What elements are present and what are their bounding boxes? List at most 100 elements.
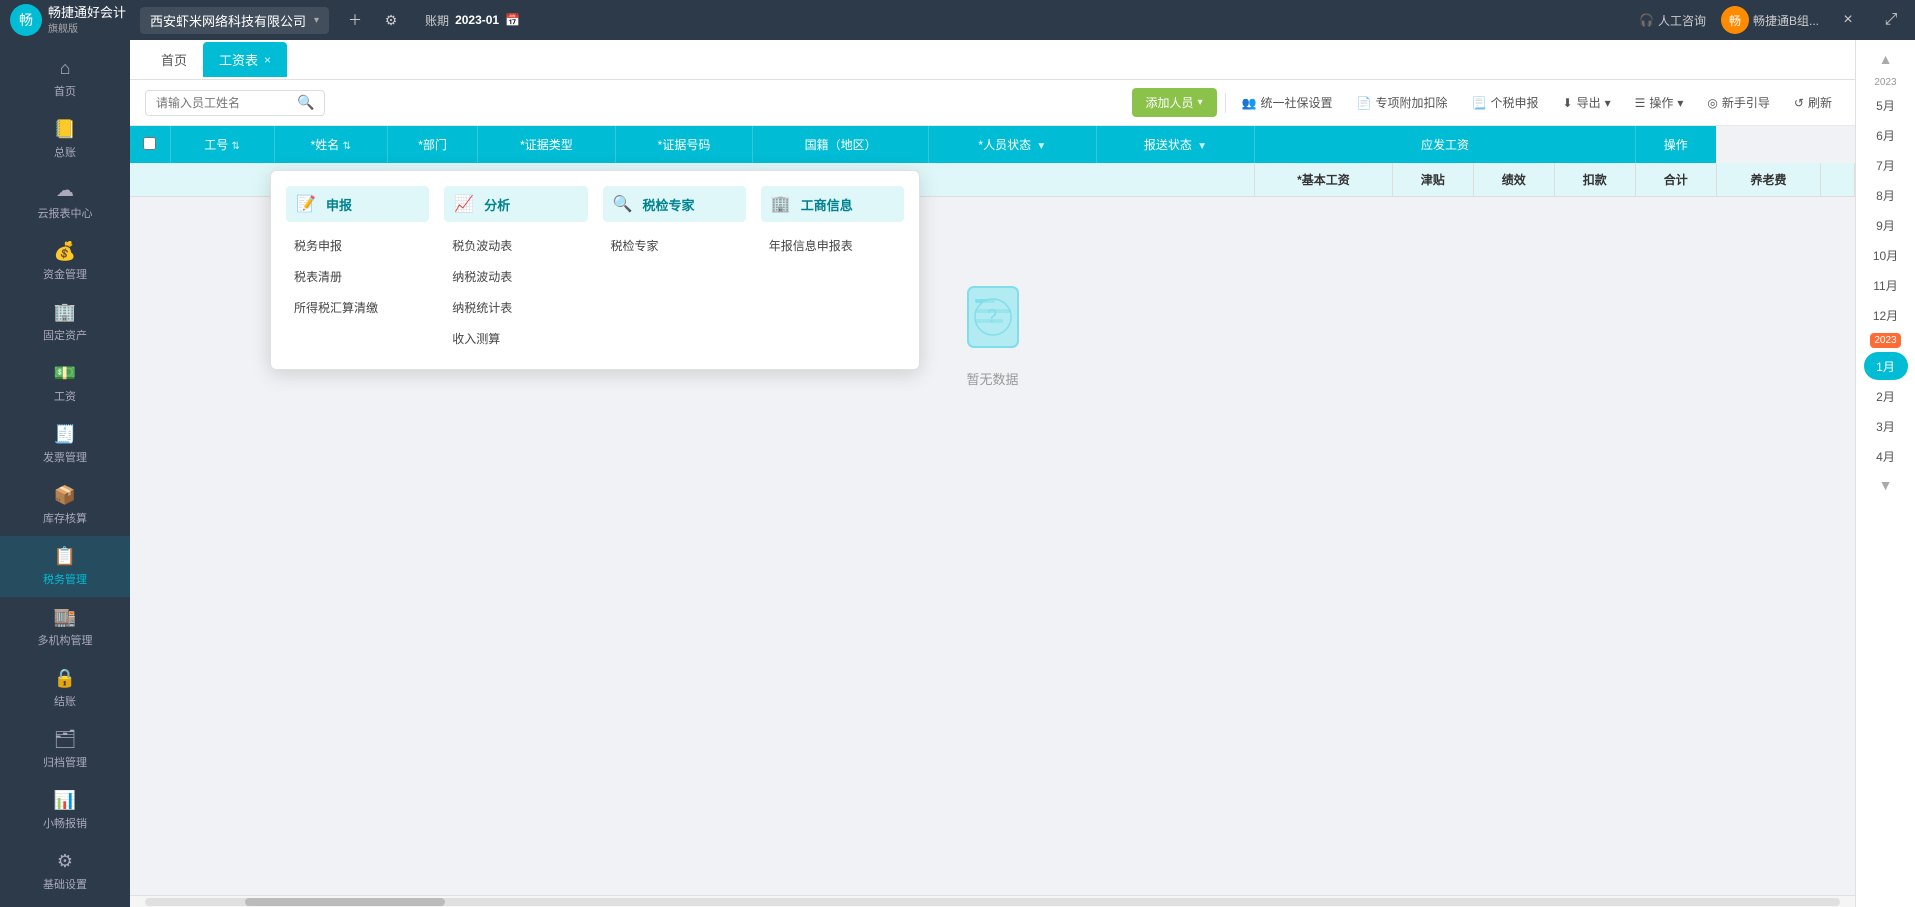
cal-month-7[interactable]: 7月 — [1864, 151, 1908, 179]
col-header-emp-no: 工号 ⇅ — [170, 126, 274, 163]
settings-icon-btn[interactable]: ⚙ — [377, 6, 405, 34]
filter-status-icon[interactable]: ▼ — [1036, 141, 1046, 152]
personal-tax-icon: 📃 — [1472, 96, 1487, 110]
dropdown-col-header-declaration: 📝 申报 — [286, 186, 429, 222]
expand-window-btn[interactable]: ⤢ — [1877, 6, 1905, 34]
svg-text:?: ? — [987, 306, 997, 326]
sidebar-item-inventory[interactable]: 📦 库存核算 — [0, 475, 130, 536]
special-deduction-icon: 📄 — [1357, 96, 1372, 110]
dropdown-col-header-analysis: 📈 分析 — [444, 186, 587, 222]
menu-item-tax-expert[interactable]: 税检专家 — [603, 230, 746, 261]
search-button[interactable]: 🔍 — [297, 94, 314, 111]
menu-item-income-tax-settlement[interactable]: 所得税汇算清缴 — [286, 292, 429, 323]
menu-item-tax-burden[interactable]: 税负波动表 — [444, 230, 587, 261]
close-window-btn[interactable]: × — [1834, 6, 1862, 34]
select-all-checkbox[interactable] — [143, 137, 156, 150]
calendar-icon[interactable]: 📅 — [505, 13, 520, 27]
sidebar-item-fund[interactable]: 💰 资金管理 — [0, 231, 130, 292]
operation-dropdown-icon: ▾ — [1677, 96, 1683, 110]
user-area[interactable]: 畅 畅捷通B组... — [1721, 6, 1819, 34]
scrollbar-thumb[interactable] — [245, 898, 445, 906]
export-btn[interactable]: ⬇ 导出 ▾ — [1555, 89, 1619, 116]
sub-col-action-empty — [1821, 163, 1855, 197]
table-checkbox-header[interactable] — [130, 126, 170, 163]
col-header-status: *人员状态 ▼ — [929, 126, 1097, 163]
sidebar-item-cloud-report[interactable]: ☁ 云报表中心 — [0, 170, 130, 231]
sidebar-item-close-period[interactable]: 🔒 结账 — [0, 658, 130, 719]
menu-item-tax-declaration[interactable]: 税务申报 — [286, 230, 429, 261]
sidebar-item-multi-org[interactable]: 🏬 多机构管理 — [0, 597, 130, 658]
special-deduction-btn[interactable]: 📄 专项附加扣除 — [1349, 89, 1456, 116]
menu-item-tax-list[interactable]: 税表清册 — [286, 261, 429, 292]
scrollbar-area[interactable] — [130, 895, 1855, 907]
col-header-actions: 操作 — [1635, 126, 1716, 163]
company-selector[interactable]: 西安虾米网络科技有限公司 ▾ — [140, 7, 329, 34]
invoice-icon: 🧾 — [54, 424, 76, 445]
cal-month-5[interactable]: 5月 — [1864, 91, 1908, 119]
filter-report-icon[interactable]: ▼ — [1197, 141, 1207, 152]
cal-month-4[interactable]: 4月 — [1864, 442, 1908, 470]
sidebar-item-xiaochang[interactable]: 📊 小畅报销 — [0, 780, 130, 841]
tax-expert-icon: 🔍 — [611, 192, 635, 216]
sidebar-item-general-ledger[interactable]: 📒 总账 — [0, 109, 130, 170]
refresh-btn[interactable]: ↺ 刷新 — [1786, 89, 1840, 116]
menu-item-annual-report[interactable]: 年报信息申报表 — [761, 230, 904, 261]
sidebar-item-invoice[interactable]: 🧾 发票管理 — [0, 414, 130, 475]
sort-name-icon[interactable]: ⇅ — [343, 141, 351, 152]
cal-month-9[interactable]: 9月 — [1864, 211, 1908, 239]
tax-icon: 📋 — [54, 546, 76, 567]
tab-salary-table[interactable]: 工资表 × — [203, 42, 287, 77]
cal-month-6[interactable]: 6月 — [1864, 121, 1908, 149]
menu-item-tax-fluctuation[interactable]: 纳税波动表 — [444, 261, 587, 292]
menu-item-tax-statistics[interactable]: 纳税统计表 — [444, 292, 587, 323]
sidebar-item-settings[interactable]: ⚙ 基础设置 — [0, 841, 130, 902]
user-avatar: 畅 — [1721, 6, 1749, 34]
cal-month-10[interactable]: 10月 — [1864, 241, 1908, 269]
dropdown-col-header-business-info: 🏢 工商信息 — [761, 186, 904, 222]
cal-month-2[interactable]: 2月 — [1864, 382, 1908, 410]
tab-bar: 首页 工资表 × — [130, 40, 1855, 80]
sidebar-item-fixed-assets[interactable]: 🏢 固定资产 — [0, 292, 130, 353]
app-edition: 旗舰版 — [48, 20, 126, 35]
dropdown-col-declaration: 📝 申报 税务申报 税表清册 所得税汇算清缴 — [286, 186, 429, 354]
app-logo-icon: 畅 — [10, 4, 42, 36]
empty-text: 暂无数据 — [966, 369, 1018, 388]
sub-col-performance: 绩效 — [1473, 163, 1554, 197]
sidebar-item-home[interactable]: ⌂ 首页 — [0, 48, 130, 109]
archive-icon: 🗂 — [54, 729, 77, 750]
menu-item-income-forecast[interactable]: 收入测算 — [444, 323, 587, 354]
cal-month-1-active[interactable]: 1月 — [1864, 352, 1908, 380]
cal-nav-down[interactable]: ▼ — [1874, 473, 1898, 497]
export-icon: ⬇ — [1563, 96, 1573, 110]
sidebar-item-payroll[interactable]: 💵 工资 — [0, 353, 130, 414]
dropdown-col-tax-expert: 🔍 税检专家 税检专家 — [603, 186, 746, 354]
tab-close-icon[interactable]: × — [264, 53, 271, 67]
cal-month-12[interactable]: 12月 — [1864, 301, 1908, 329]
top-header: 畅 畅捷通好会计 旗舰版 西安虾米网络科技有限公司 ▾ ＋ ⚙ 账期 2023-… — [0, 0, 1915, 40]
tab-home[interactable]: 首页 — [145, 42, 203, 77]
sidebar-item-guide[interactable]: 🆕 新手引导 — [0, 902, 130, 907]
headset-icon: 🎧 — [1639, 13, 1654, 27]
add-person-button[interactable]: 添加人员 ▾ — [1132, 88, 1217, 117]
sidebar-item-tax[interactable]: 📋 税务管理 — [0, 536, 130, 597]
cal-month-11[interactable]: 11月 — [1864, 271, 1908, 299]
guide-btn[interactable]: ◎ 新手引导 — [1699, 89, 1778, 116]
dropdown-menu-popup: 📝 申报 税务申报 税表清册 所得税汇算清缴 📈 分析 税负波动表 纳税波动表 … — [270, 170, 920, 370]
col-header-name: *姓名 ⇅ — [274, 126, 387, 163]
operation-btn[interactable]: ☰ 操作 ▾ — [1627, 89, 1692, 116]
sort-empno-icon[interactable]: ⇅ — [232, 141, 240, 152]
social-security-icon: 👥 — [1242, 96, 1257, 110]
cal-nav-up[interactable]: ▲ — [1874, 47, 1898, 71]
payroll-icon: 💵 — [54, 363, 76, 384]
sidebar-item-archive[interactable]: 🗂 归档管理 — [0, 719, 130, 780]
refresh-icon: ↺ — [1794, 96, 1804, 110]
sidebar: ⌂ 首页 📒 总账 ☁ 云报表中心 💰 资金管理 🏢 固定资产 💵 工资 🧾 发… — [0, 40, 130, 907]
add-icon-btn[interactable]: ＋ — [341, 6, 369, 34]
social-security-btn[interactable]: 👥 统一社保设置 — [1234, 89, 1341, 116]
personal-tax-btn[interactable]: 📃 个税申报 — [1464, 89, 1547, 116]
cal-month-3[interactable]: 3月 — [1864, 412, 1908, 440]
toolbar: 🔍 添加人员 ▾ 👥 统一社保设置 📄 专项附加扣除 📃 个税申报 ⬇ — [130, 80, 1855, 126]
service-button[interactable]: 🎧 人工咨询 — [1639, 12, 1706, 29]
close-period-icon: 🔒 — [54, 668, 76, 689]
cal-month-8[interactable]: 8月 — [1864, 181, 1908, 209]
